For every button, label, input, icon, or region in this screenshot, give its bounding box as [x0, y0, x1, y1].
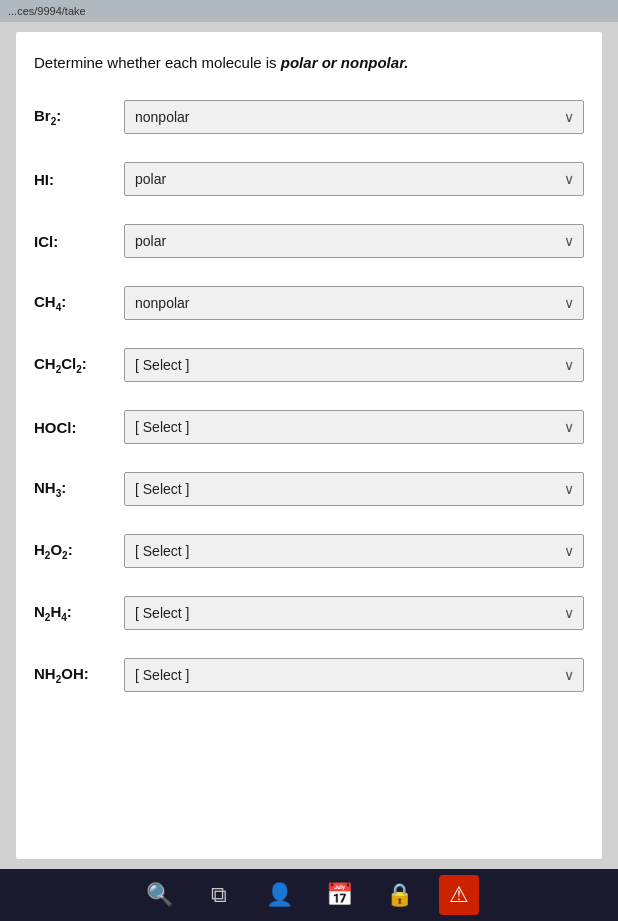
- molecule-list: Br2:nonpolarpolar∨HI:polarnonpolar∨ICl:p…: [34, 95, 584, 697]
- top-bar: ...ces/9994/take: [0, 0, 618, 22]
- select-hi[interactable]: polarnonpolar: [124, 162, 584, 196]
- instructions: Determine whether each molecule is polar…: [34, 52, 584, 73]
- taskbar-calendar[interactable]: 📅: [319, 875, 359, 915]
- question-row-icl: ICl:polarnonpolar∨: [34, 219, 584, 263]
- question-row-n2h4: N2H4:[ Select ]polarnonpolar∨: [34, 591, 584, 635]
- url-text: ...ces/9994/take: [8, 5, 86, 17]
- question-row-hi: HI:polarnonpolar∨: [34, 157, 584, 201]
- question-row-ch4: CH4:nonpolarpolar∨: [34, 281, 584, 325]
- question-row-nh2oh: NH2OH:[ Select ]polarnonpolar∨: [34, 653, 584, 697]
- molecule-label-hi: HI:: [34, 171, 124, 188]
- select-br2[interactable]: nonpolarpolar: [124, 100, 584, 134]
- select-wrapper-ch4: nonpolarpolar∨: [124, 286, 584, 320]
- select-n2h4[interactable]: [ Select ]polarnonpolar: [124, 596, 584, 630]
- molecule-label-nh3: NH3:: [34, 479, 124, 499]
- copy-icon: ⧉: [211, 882, 227, 908]
- taskbar: 🔍 ⧉ 👤 📅 🔒 ⚠: [0, 869, 618, 921]
- select-wrapper-nh2oh: [ Select ]polarnonpolar∨: [124, 658, 584, 692]
- molecule-label-icl: ICl:: [34, 233, 124, 250]
- molecule-label-h2o2: H2O2:: [34, 541, 124, 561]
- molecule-label-br2: Br2:: [34, 107, 124, 127]
- molecule-label-n2h4: N2H4:: [34, 603, 124, 623]
- select-hocl[interactable]: [ Select ]polarnonpolar: [124, 410, 584, 444]
- taskbar-lock[interactable]: 🔒: [379, 875, 419, 915]
- select-ch2cl2[interactable]: [ Select ]polarnonpolar: [124, 348, 584, 382]
- select-wrapper-h2o2: [ Select ]polarnonpolar∨: [124, 534, 584, 568]
- select-wrapper-nh3: [ Select ]polarnonpolar∨: [124, 472, 584, 506]
- person-icon: 👤: [266, 882, 293, 908]
- select-wrapper-ch2cl2: [ Select ]polarnonpolar∨: [124, 348, 584, 382]
- taskbar-person[interactable]: 👤: [259, 875, 299, 915]
- question-row-br2: Br2:nonpolarpolar∨: [34, 95, 584, 139]
- select-h2o2[interactable]: [ Select ]polarnonpolar: [124, 534, 584, 568]
- taskbar-copy[interactable]: ⧉: [199, 875, 239, 915]
- question-row-nh3: NH3:[ Select ]polarnonpolar∨: [34, 467, 584, 511]
- calendar-icon: 📅: [326, 882, 353, 908]
- question-row-ch2cl2: CH2Cl2:[ Select ]polarnonpolar∨: [34, 343, 584, 387]
- select-wrapper-icl: polarnonpolar∨: [124, 224, 584, 258]
- molecule-label-hocl: HOCl:: [34, 419, 124, 436]
- molecule-label-nh2oh: NH2OH:: [34, 665, 124, 685]
- question-row-hocl: HOCl:[ Select ]polarnonpolar∨: [34, 405, 584, 449]
- select-nh2oh[interactable]: [ Select ]polarnonpolar: [124, 658, 584, 692]
- taskbar-search[interactable]: 🔍: [139, 875, 179, 915]
- select-wrapper-hocl: [ Select ]polarnonpolar∨: [124, 410, 584, 444]
- alert-icon: ⚠: [449, 882, 469, 908]
- select-wrapper-br2: nonpolarpolar∨: [124, 100, 584, 134]
- lock-icon: 🔒: [386, 882, 413, 908]
- main-content: Determine whether each molecule is polar…: [16, 32, 602, 859]
- taskbar-alert[interactable]: ⚠: [439, 875, 479, 915]
- select-icl[interactable]: polarnonpolar: [124, 224, 584, 258]
- select-wrapper-n2h4: [ Select ]polarnonpolar∨: [124, 596, 584, 630]
- select-wrapper-hi: polarnonpolar∨: [124, 162, 584, 196]
- select-ch4[interactable]: nonpolarpolar: [124, 286, 584, 320]
- molecule-label-ch2cl2: CH2Cl2:: [34, 355, 124, 375]
- select-nh3[interactable]: [ Select ]polarnonpolar: [124, 472, 584, 506]
- search-icon: 🔍: [146, 882, 173, 908]
- question-row-h2o2: H2O2:[ Select ]polarnonpolar∨: [34, 529, 584, 573]
- molecule-label-ch4: CH4:: [34, 293, 124, 313]
